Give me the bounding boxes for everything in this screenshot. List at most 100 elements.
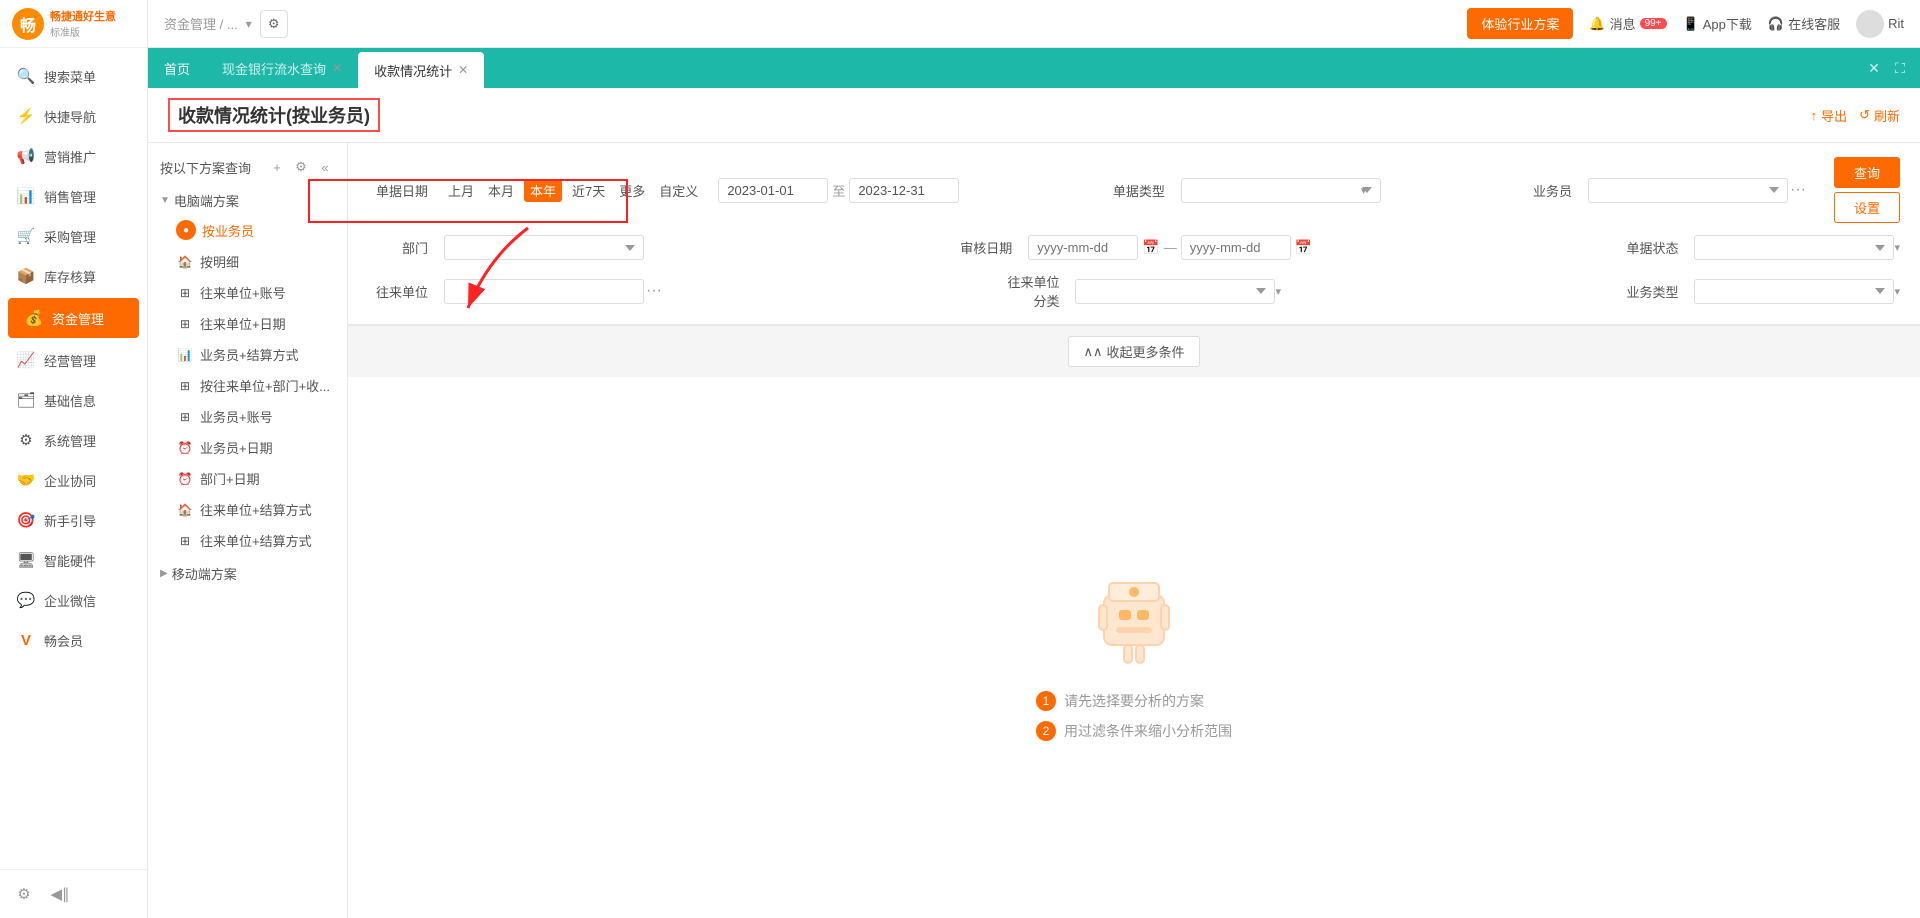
- sidebar-logo: 畅 畅捷通好生意 标准版: [0, 0, 147, 48]
- scheme-group-desktop-title[interactable]: ▼ 电脑端方案: [148, 187, 347, 214]
- partner-input[interactable]: [444, 279, 644, 304]
- settings-btn[interactable]: 设置: [1834, 192, 1900, 223]
- scheme-item-salesperson-account[interactable]: ⊞ 业务员+账号: [148, 401, 347, 432]
- messages-badge: 99+: [1640, 18, 1667, 29]
- sidebar-item-member[interactable]: V 畅会员: [0, 620, 147, 660]
- sidebar-item-system[interactable]: ⚙ 系统管理: [0, 420, 147, 460]
- sidebar-item-purchase[interactable]: 🛒 采购管理: [0, 216, 147, 256]
- sidebar-item-operation[interactable]: 📈 经营管理: [0, 340, 147, 380]
- audit-date-dash: —: [1164, 240, 1177, 255]
- partner-category-select[interactable]: [1075, 279, 1275, 304]
- this-month-btn[interactable]: 本月: [484, 179, 518, 202]
- audit-date-start-input[interactable]: [1028, 235, 1138, 260]
- export-btn[interactable]: ↑ 导出: [1811, 106, 1848, 125]
- scheme-item-by-salesperson[interactable]: ● 按业务员: [148, 214, 347, 246]
- audit-calendar-end-icon[interactable]: 📅: [1295, 239, 1312, 256]
- right-panel: 单据日期 上月 本月 本年 近7天 更多 自定义 至: [348, 143, 1920, 918]
- last-month-btn[interactable]: 上月: [444, 179, 478, 202]
- biz-type-select[interactable]: [1694, 279, 1894, 304]
- dept-date-icon: ⏰: [176, 470, 194, 488]
- messages-btn[interactable]: 🔔 消息 99+: [1589, 14, 1666, 33]
- scheme-item-partner-account[interactable]: ⊞ 往来单位+账号: [148, 277, 347, 308]
- sidebar-collapse-icon[interactable]: ◀∥: [46, 880, 74, 908]
- scheme-item-partner-date[interactable]: ⊞ 往来单位+日期: [148, 308, 347, 339]
- tab-collection[interactable]: 收款情况统计 ✕: [358, 52, 484, 88]
- partner-account-icon: ⊞: [176, 284, 194, 302]
- biz-type-arrow-icon: ▾: [1894, 285, 1900, 298]
- more-btn[interactable]: 更多: [615, 179, 649, 202]
- sidebar-nav: 🔍 搜索菜单 ⚡ 快捷导航 📢 营销推广 📊 销售管理 🛒 采购管理 📦 库存核…: [0, 48, 147, 869]
- topbar-right: 🔔 消息 99+ 📱 App下载 🎧 在线客服 Rit: [1589, 10, 1904, 38]
- page-header: 收款情况统计(按业务员) ↑ 导出 ↺ 刷新: [148, 88, 1920, 143]
- scheme-add-btn[interactable]: +: [267, 157, 287, 177]
- sidebar-item-sales[interactable]: 📊 销售管理: [0, 176, 147, 216]
- scheme-item-salesperson-settle[interactable]: 📊 业务员+结算方式: [148, 339, 347, 370]
- user-avatar-btn[interactable]: Rit: [1856, 10, 1904, 38]
- dept-select[interactable]: [444, 235, 644, 260]
- last7days-btn[interactable]: 近7天: [568, 179, 609, 202]
- query-btn[interactable]: 查询: [1834, 157, 1900, 188]
- topbar-breadcrumb: 资金管理 / ...: [164, 14, 238, 33]
- sidebar-item-enterprise[interactable]: 🤝 企业协同: [0, 460, 147, 500]
- scheme-item-salesperson-date[interactable]: ⏰ 业务员+日期: [148, 432, 347, 463]
- export-icon: ↑: [1811, 108, 1818, 123]
- partner-more-icon[interactable]: ···: [646, 282, 662, 300]
- tab-bank[interactable]: 现金银行流水查询 ✕: [206, 48, 358, 88]
- refresh-btn[interactable]: ↺ 刷新: [1859, 106, 1900, 125]
- scheme-item-partner-settle2[interactable]: ⊞ 往来单位+结算方式: [148, 525, 347, 556]
- filter-area: 单据日期 上月 本月 本年 近7天 更多 自定义 至: [348, 143, 1920, 325]
- collapse-more-conditions-btn[interactable]: ∧∧ 收起更多条件: [1068, 336, 1199, 367]
- salesperson-more-icon[interactable]: ···: [1790, 181, 1806, 199]
- inventory-icon: 📦: [16, 266, 36, 286]
- audit-calendar-start-icon[interactable]: 📅: [1142, 239, 1159, 256]
- close-window-btn[interactable]: ✕: [1862, 56, 1886, 80]
- sidebar-item-marketing[interactable]: 📢 营销推广: [0, 136, 147, 176]
- doc-status-label: 单据状态: [1618, 238, 1678, 257]
- this-year-btn[interactable]: 本年: [524, 179, 562, 202]
- sidebar-item-quicknav[interactable]: ⚡ 快捷导航: [0, 96, 147, 136]
- sidebar-item-hardware[interactable]: 🖥 智能硬件: [0, 540, 147, 580]
- doc-status-select[interactable]: [1694, 235, 1894, 260]
- scheme-item-dept-date[interactable]: ⏰ 部门+日期: [148, 463, 347, 494]
- sidebar-item-wechat[interactable]: 💬 企业微信: [0, 580, 147, 620]
- sidebar-item-inventory[interactable]: 📦 库存核算: [0, 256, 147, 296]
- doc-type-arrow-icon: ▾: [1361, 184, 1367, 197]
- topbar-left: 资金管理 / ... ▾ ⚙: [164, 10, 1451, 38]
- tab-bank-close[interactable]: ✕: [332, 61, 342, 75]
- headset-icon: 🎧: [1768, 16, 1784, 32]
- date-dash: 至: [832, 181, 845, 200]
- salesperson-select[interactable]: [1588, 178, 1788, 203]
- audit-date-end-input[interactable]: [1181, 235, 1291, 260]
- mobile-icon: 📱: [1683, 16, 1699, 32]
- sidebar-item-finance[interactable]: 💰 资金管理: [8, 298, 139, 338]
- scheme-item-partner-settle1[interactable]: 🏠 往来单位+结算方式: [148, 494, 347, 525]
- date-end-input[interactable]: [849, 178, 959, 203]
- empty-tip-2: 2 用过滤条件来缩小分析范围: [1036, 721, 1232, 741]
- content-area: 按以下方案查询 + ⚙ « ▼ 电脑端方案 ●: [148, 143, 1920, 918]
- tab-collection-close[interactable]: ✕: [458, 63, 468, 77]
- app-download-btn[interactable]: 📱 App下载: [1683, 14, 1752, 33]
- custom-btn[interactable]: 自定义: [655, 179, 702, 202]
- maximize-window-btn[interactable]: ⛶: [1888, 56, 1912, 80]
- tab-home[interactable]: 首页: [148, 48, 206, 88]
- topbar-gear-btn[interactable]: ⚙: [260, 10, 288, 38]
- scheme-settings-btn[interactable]: ⚙: [291, 157, 311, 177]
- scheme-group-mobile-title[interactable]: ▶ 移动端方案: [148, 560, 347, 587]
- online-service-btn[interactable]: 🎧 在线客服: [1768, 14, 1840, 33]
- filter-row-2: 部门 审核日期 📅 —: [368, 235, 1900, 260]
- purchase-icon: 🛒: [16, 226, 36, 246]
- sidebar-item-guide[interactable]: 🎯 新手引导: [0, 500, 147, 540]
- topbar-dropdown-icon[interactable]: ▾: [246, 17, 252, 31]
- scheme-item-partner-dept-collect[interactable]: ⊞ 按往来单位+部门+收...: [148, 370, 347, 401]
- sidebar-settings-icon[interactable]: ⚙: [10, 880, 38, 908]
- trial-btn[interactable]: 体验行业方案: [1467, 8, 1573, 39]
- date-start-input[interactable]: [718, 178, 828, 203]
- scheme-item-by-detail[interactable]: 🏠 按明细: [148, 246, 347, 277]
- biz-type-label: 业务类型: [1618, 282, 1678, 301]
- sidebar-item-search[interactable]: 🔍 搜索菜单: [0, 56, 147, 96]
- system-icon: ⚙: [16, 430, 36, 450]
- doc-type-select[interactable]: [1181, 178, 1381, 203]
- sidebar-item-basic[interactable]: 🗂 基础信息: [0, 380, 147, 420]
- date-label: 单据日期: [368, 181, 428, 200]
- scheme-collapse-btn[interactable]: «: [315, 157, 335, 177]
